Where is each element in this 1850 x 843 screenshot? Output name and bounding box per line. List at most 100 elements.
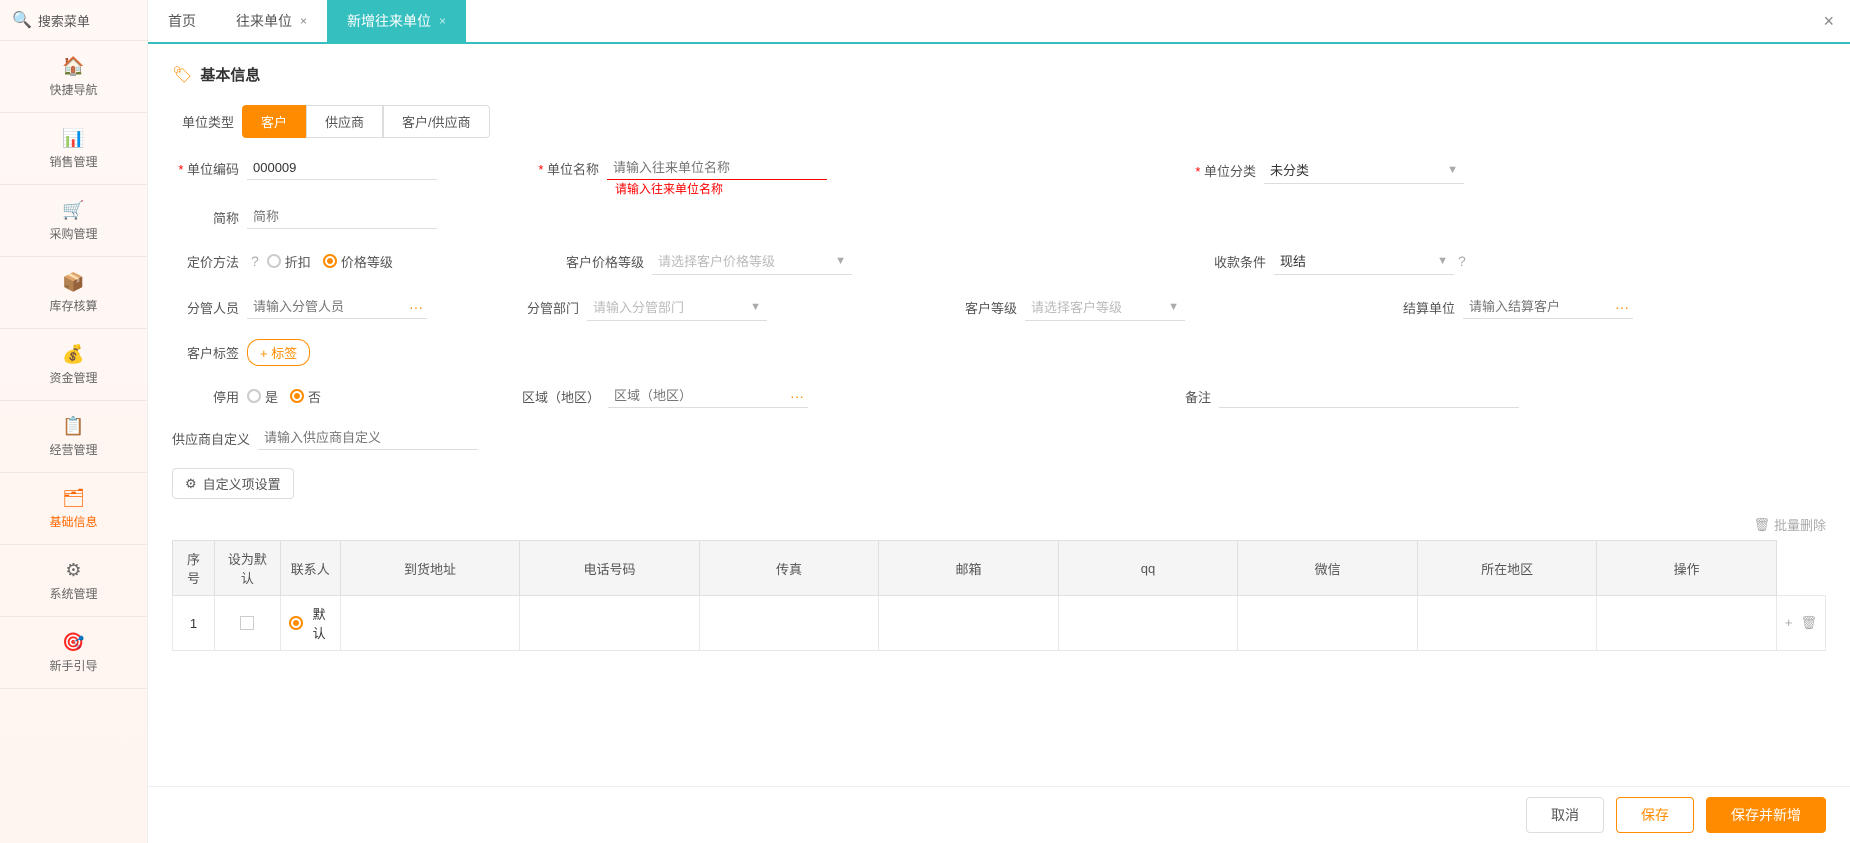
address-input[interactable]: [528, 616, 691, 631]
payment-terms-cell: 收款条件 现结 ▼ ?: [1189, 247, 1826, 275]
sidebar-item-basic-info[interactable]: 🗂 基础信息: [0, 473, 147, 545]
main-area: 首页 往来单位 × 新增往来单位 × × 🏷 基本信息 单位类型 客户 供应商: [148, 0, 1850, 843]
payment-terms-label: 收款条件: [1199, 252, 1274, 271]
payment-terms-select[interactable]: 现结 ▼: [1274, 247, 1454, 275]
basic-info-icon: 🗂: [63, 487, 85, 509]
radio-disabled-yes[interactable]: 是: [247, 387, 278, 406]
col-region: 所在地区: [1417, 541, 1597, 596]
pricing-method-cell: 定价方法 ? 折扣 价格等级: [172, 252, 552, 271]
sidebar-item-quick-nav[interactable]: 🏠 快捷导航: [0, 41, 147, 113]
region-label: 区域（地区）: [522, 387, 608, 406]
col-email: 邮箱: [879, 541, 1059, 596]
supplier-custom-label: 供应商自定义: [172, 429, 258, 448]
search-icon: 🔍: [12, 10, 32, 30]
unit-name-label: 单位名称: [532, 159, 607, 178]
sidebar-item-system[interactable]: ⚙ 系统管理: [0, 545, 147, 617]
fax-input[interactable]: [887, 616, 1050, 631]
qq-input[interactable]: [1246, 616, 1409, 631]
remarks-cell: 备注: [1169, 384, 1826, 408]
tab-bar: 首页 往来单位 × 新增往来单位 × ×: [148, 0, 1850, 44]
supplier-custom-row: 供应商自定义: [172, 426, 1826, 450]
department-select[interactable]: 请输入分管部门 ▼: [587, 293, 767, 321]
row-email-input[interactable]: [1058, 596, 1238, 651]
btn-supplier[interactable]: 供应商: [306, 105, 383, 138]
unit-code-input[interactable]: [247, 156, 437, 180]
payment-help-icon[interactable]: ?: [1458, 253, 1466, 269]
customer-tag-label: 客户标签: [172, 343, 247, 362]
tab-new-partner-close[interactable]: ×: [439, 14, 446, 28]
btn-customer[interactable]: 客户: [242, 105, 306, 138]
tab-partners-close[interactable]: ×: [300, 14, 307, 28]
region-input[interactable]: [608, 384, 786, 407]
supplier-custom-input[interactable]: [258, 426, 478, 450]
row-default-label: 默认: [307, 604, 332, 642]
sidebar-label-new-guide: 新手引导: [49, 657, 97, 674]
row-phone-input[interactable]: [699, 596, 879, 651]
radio-price-level[interactable]: 价格等级: [323, 252, 393, 271]
customer-price-level-select[interactable]: 请选择客户价格等级 ▼: [652, 247, 852, 275]
row-fax-input[interactable]: [879, 596, 1059, 651]
row-contact-input[interactable]: [340, 596, 520, 651]
save-new-button[interactable]: 保存并新增: [1706, 797, 1826, 833]
contact-input[interactable]: [349, 616, 512, 631]
customer-level-select[interactable]: 请选择客户等级 ▼: [1025, 293, 1185, 321]
radio-discount[interactable]: 折扣: [267, 252, 311, 271]
manager-row: 分管人员 ··· 分管部门 请输入分管部门 ▼ 客户等级 请选择客户等级 ▼: [172, 293, 1826, 321]
sidebar-item-operations[interactable]: 📋 经营管理: [0, 401, 147, 473]
radio-disabled-no[interactable]: 否: [290, 387, 321, 406]
row-address-input[interactable]: [520, 596, 700, 651]
wechat-input[interactable]: [1426, 616, 1589, 631]
manager-input[interactable]: [247, 295, 405, 318]
sidebar-search[interactable]: 🔍 搜索菜单: [0, 0, 147, 41]
sidebar-label-purchase: 采购管理: [49, 225, 97, 242]
remarks-input[interactable]: [1219, 384, 1519, 408]
unit-name-input[interactable]: [607, 156, 827, 180]
checkbox-box[interactable]: [240, 616, 254, 630]
settlement-input[interactable]: [1463, 295, 1611, 318]
settlement-more-btn[interactable]: ···: [1611, 299, 1633, 315]
row-qq-input[interactable]: [1238, 596, 1418, 651]
sidebar-item-purchase[interactable]: 🛒 采购管理: [0, 185, 147, 257]
add-row-btn[interactable]: +: [1785, 615, 1793, 631]
home-icon: 🏠: [63, 55, 85, 77]
sidebar-label-sales: 销售管理: [49, 153, 97, 170]
col-wechat: 微信: [1238, 541, 1418, 596]
save-button[interactable]: 保存: [1616, 797, 1694, 833]
radio-disabled-yes-circle: [247, 389, 261, 403]
row-region-input[interactable]: [1605, 616, 1768, 631]
cancel-button[interactable]: 取消: [1526, 797, 1604, 833]
sidebar-item-sales[interactable]: 📊 销售管理: [0, 113, 147, 185]
row-region-input[interactable]: [1597, 596, 1777, 651]
custom-settings-row: ⚙ 自定义项设置: [172, 468, 1826, 499]
delete-row-btn[interactable]: 🗑: [1800, 615, 1817, 631]
sidebar-label-system: 系统管理: [49, 585, 97, 602]
add-tag-btn[interactable]: + 标签: [247, 339, 310, 366]
phone-input[interactable]: [708, 616, 871, 631]
btn-both[interactable]: 客户/供应商: [383, 105, 490, 138]
tab-bar-close-btn[interactable]: ×: [1807, 0, 1850, 43]
tab-new-partner[interactable]: 新增往来单位 ×: [327, 0, 466, 43]
sidebar-item-new-guide[interactable]: 🎯 新手引导: [0, 617, 147, 689]
tab-home[interactable]: 首页: [148, 0, 216, 43]
pricing-method-label: 定价方法: [172, 252, 247, 271]
customer-level-placeholder: 请选择客户等级: [1031, 297, 1164, 316]
disabled-label: 停用: [172, 387, 247, 406]
custom-settings-btn[interactable]: ⚙ 自定义项设置: [172, 468, 294, 499]
tab-new-partner-label: 新增往来单位: [347, 11, 431, 31]
email-input[interactable]: [1067, 616, 1230, 631]
radio-disabled-yes-label: 是: [265, 387, 278, 406]
pricing-help-icon[interactable]: ?: [251, 253, 259, 269]
short-name-input[interactable]: [247, 205, 437, 229]
gear-icon: ⚙: [185, 476, 197, 492]
short-name-label: 简称: [172, 208, 247, 227]
sidebar-item-inventory[interactable]: 📦 库存核算: [0, 257, 147, 329]
tab-partners[interactable]: 往来单位 ×: [216, 0, 327, 43]
pricing-row: 定价方法 ? 折扣 价格等级 客户价格等级: [172, 247, 1826, 275]
row-wechat-input[interactable]: [1417, 596, 1597, 651]
unit-category-select[interactable]: 未分类 ▼: [1264, 156, 1464, 184]
region-more-btn[interactable]: ···: [786, 388, 808, 404]
batch-delete-btn[interactable]: 🗑 批量删除: [1753, 515, 1826, 534]
customer-price-level-label: 客户价格等级: [562, 252, 652, 271]
manager-more-btn[interactable]: ···: [405, 299, 427, 315]
sidebar-item-finance[interactable]: 💰 资金管理: [0, 329, 147, 401]
